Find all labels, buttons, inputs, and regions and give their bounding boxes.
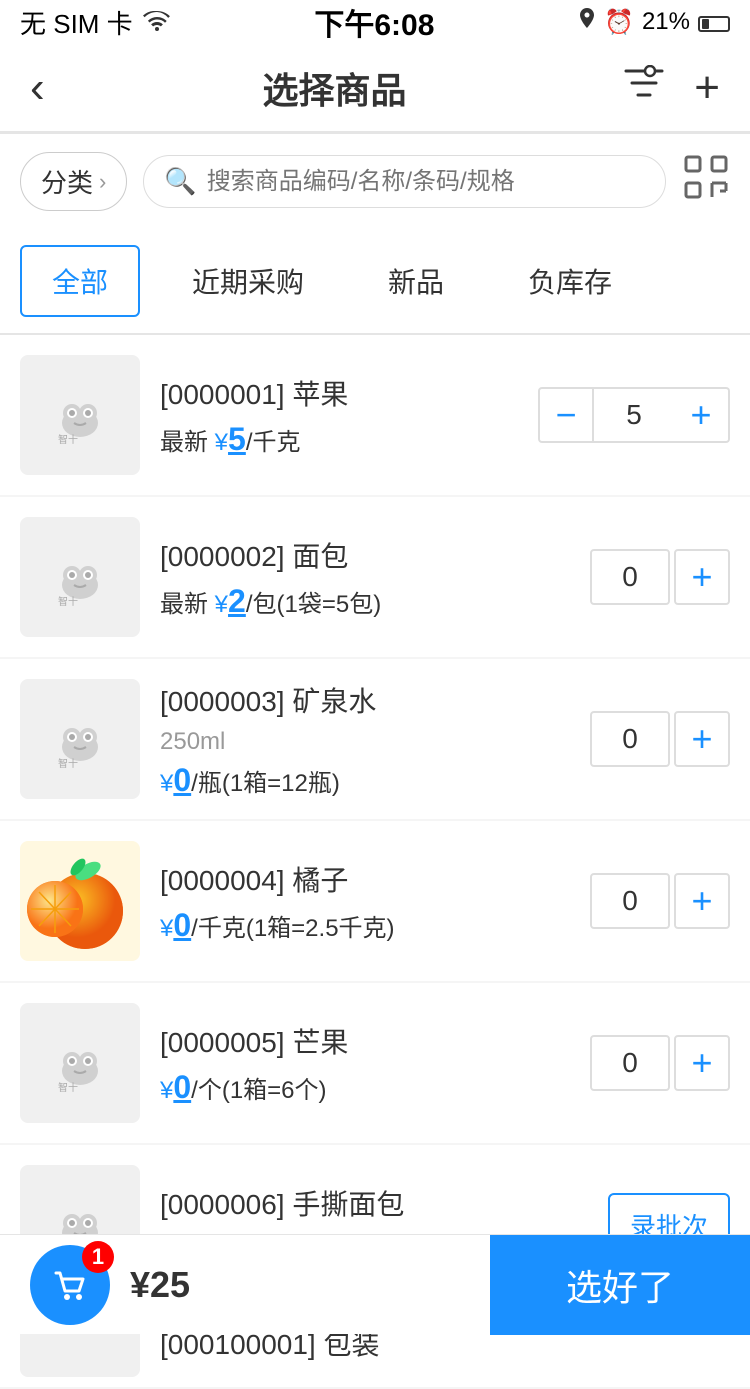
confirm-button[interactable]: 选好了	[490, 1235, 750, 1335]
cart-button[interactable]: 1	[30, 1245, 110, 1325]
product-list: 智十 [0000001] 苹果 最新 ¥5/千克 − +	[0, 335, 750, 1387]
quantity-input[interactable]	[590, 549, 670, 605]
tab-all[interactable]: 全部	[20, 245, 140, 317]
product-info: [0000005] 芒果 ¥0/个(1箱=6个)	[160, 1021, 570, 1106]
product-controls: +	[590, 711, 730, 767]
product-thumbnail: 智十	[20, 517, 140, 637]
product-name: [0000003] 矿泉水	[160, 680, 570, 720]
product-info: [0000004] 橘子 ¥0/千克(1箱=2.5千克)	[160, 859, 570, 944]
svg-text:智十: 智十	[58, 433, 78, 445]
add-button[interactable]: +	[694, 63, 720, 113]
status-left: 无 SIM 卡	[20, 4, 171, 41]
product-price: ¥0/千克(1箱=2.5千克)	[160, 907, 570, 944]
battery-text: 21%	[642, 8, 690, 36]
battery-icon	[698, 8, 730, 36]
category-label: 分类	[41, 163, 93, 200]
decrease-button[interactable]: −	[538, 387, 594, 443]
cart-section: 1 ¥25	[0, 1245, 190, 1325]
product-info: [0000001] 苹果 最新 ¥5/千克	[160, 373, 518, 458]
alarm-icon: ⏰	[604, 8, 634, 37]
product-thumbnail: 智十	[20, 679, 140, 799]
svg-text:智十: 智十	[58, 595, 78, 607]
quantity-input[interactable]	[594, 387, 674, 443]
product-thumbnail: 智十	[20, 1003, 140, 1123]
table-row: 智十 [0000005] 芒果 ¥0/个(1箱=6个) +	[0, 983, 750, 1143]
product-name: [0000001] 苹果	[160, 373, 518, 413]
quantity-input[interactable]	[590, 711, 670, 767]
product-spec: 250ml	[160, 728, 570, 756]
tab-new[interactable]: 新品	[356, 245, 476, 317]
scan-icon[interactable]	[682, 153, 730, 210]
product-info: [0000002] 面包 最新 ¥2/包(1袋=5包)	[160, 535, 570, 620]
table-row: 智十 [0000002] 面包 最新 ¥2/包(1袋=5包) +	[0, 497, 750, 657]
status-right: ⏰ 21%	[578, 8, 730, 37]
filter-tabs: 全部 近期采购 新品 负库存	[0, 229, 750, 335]
status-time: 下午6:08	[314, 0, 434, 44]
search-bar: 分类 › 🔍	[0, 134, 750, 229]
tab-recent[interactable]: 近期采购	[160, 245, 336, 317]
quantity-input[interactable]	[590, 1035, 670, 1091]
increase-button[interactable]: +	[674, 1035, 730, 1091]
product-price: 最新 ¥2/包(1袋=5包)	[160, 583, 570, 620]
product-price: ¥0/瓶(1箱=12瓶)	[160, 762, 570, 799]
product-controls: +	[590, 1035, 730, 1091]
carrier-text: 无 SIM 卡	[20, 4, 133, 41]
cart-total: ¥25	[130, 1264, 190, 1306]
nav-bar: ‹ 选择商品 +	[0, 44, 750, 132]
tab-negative[interactable]: 负库存	[496, 245, 644, 317]
table-row: 智十 [0000003] 矿泉水 250ml ¥0/瓶(1箱=12瓶) +	[0, 659, 750, 819]
increase-button[interactable]: +	[674, 387, 730, 443]
search-input[interactable]	[207, 168, 645, 196]
category-button[interactable]: 分类 ›	[20, 152, 127, 211]
product-thumbnail	[20, 841, 140, 961]
cart-badge: 1	[82, 1241, 114, 1273]
search-icon: 🔍	[164, 166, 196, 197]
product-name: [0000002] 面包	[160, 535, 570, 575]
table-row: 智十 [0000001] 苹果 最新 ¥5/千克 − +	[0, 335, 750, 495]
svg-text:智十: 智十	[58, 1081, 78, 1093]
product-price: ¥0/个(1箱=6个)	[160, 1069, 570, 1106]
table-row: [0000004] 橘子 ¥0/千克(1箱=2.5千克) +	[0, 821, 750, 981]
product-controls: +	[590, 549, 730, 605]
bottom-bar: 1 ¥25 选好了	[0, 1234, 750, 1334]
product-name: [0000005] 芒果	[160, 1021, 570, 1061]
quantity-input[interactable]	[590, 873, 670, 929]
filter-icon[interactable]	[624, 65, 664, 110]
increase-button[interactable]: +	[674, 549, 730, 605]
chevron-right-icon: ›	[99, 169, 106, 195]
search-input-wrap: 🔍	[143, 155, 666, 208]
product-price: 最新 ¥5/千克	[160, 421, 518, 458]
product-name: [0000006] 手撕面包	[160, 1183, 588, 1223]
increase-button[interactable]: +	[674, 873, 730, 929]
wifi-icon	[143, 7, 171, 38]
product-name: [0000004] 橘子	[160, 859, 570, 899]
product-info: [0000003] 矿泉水 250ml ¥0/瓶(1箱=12瓶)	[160, 680, 570, 799]
increase-button[interactable]: +	[674, 711, 730, 767]
back-button[interactable]: ‹	[30, 63, 45, 113]
product-controls: − +	[538, 387, 730, 443]
product-controls: +	[590, 873, 730, 929]
product-thumbnail: 智十	[20, 355, 140, 475]
nav-actions: +	[624, 63, 720, 113]
status-bar: 无 SIM 卡 下午6:08 ⏰ 21%	[0, 0, 750, 44]
svg-text:智十: 智十	[58, 757, 78, 769]
page-title: 选择商品	[262, 62, 406, 114]
location-icon	[578, 8, 596, 37]
